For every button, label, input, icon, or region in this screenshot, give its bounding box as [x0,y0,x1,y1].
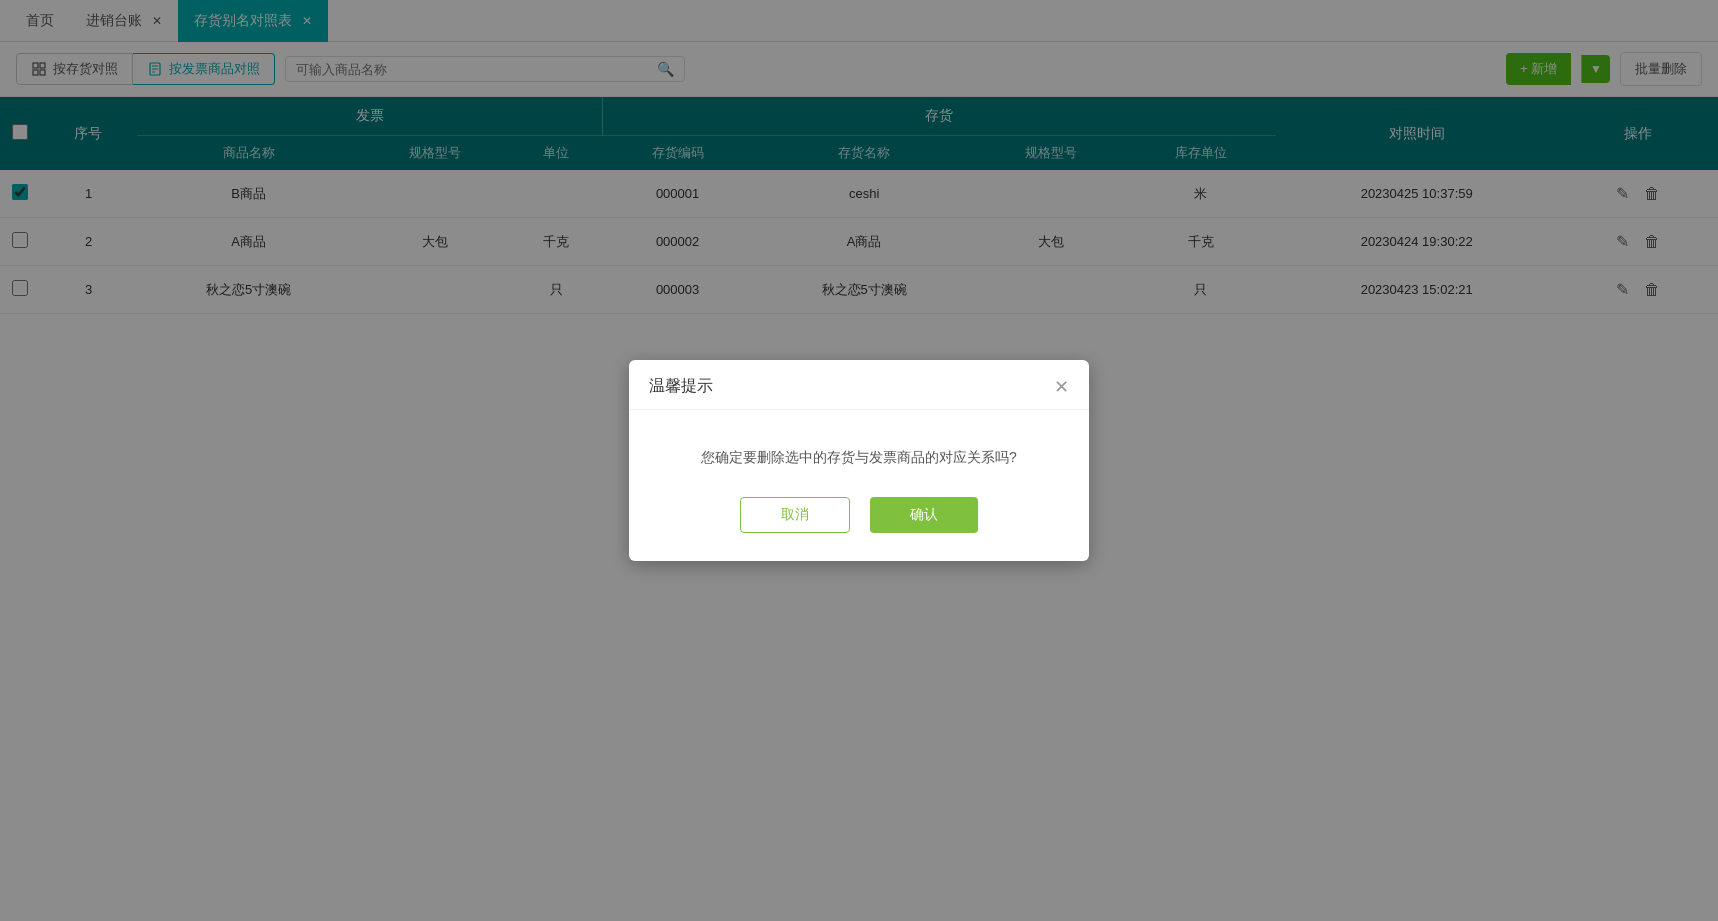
confirm-dialog: 温馨提示 ✕ 您确定要删除选中的存货与发票商品的对应关系吗? 取消 确认 [629,360,1089,560]
dialog-close-button[interactable]: ✕ [1054,378,1069,396]
modal-overlay: 温馨提示 ✕ 您确定要删除选中的存货与发票商品的对应关系吗? 取消 确认 [0,0,1718,921]
dialog-header: 温馨提示 ✕ [629,360,1089,410]
dialog-body: 您确定要删除选中的存货与发票商品的对应关系吗? [629,410,1089,496]
dialog-footer: 取消 确认 [629,497,1089,561]
dialog-title: 温馨提示 [649,376,713,397]
confirm-button[interactable]: 确认 [870,497,978,533]
dialog-message: 您确定要删除选中的存货与发票商品的对应关系吗? [701,449,1017,465]
cancel-button[interactable]: 取消 [740,497,850,533]
